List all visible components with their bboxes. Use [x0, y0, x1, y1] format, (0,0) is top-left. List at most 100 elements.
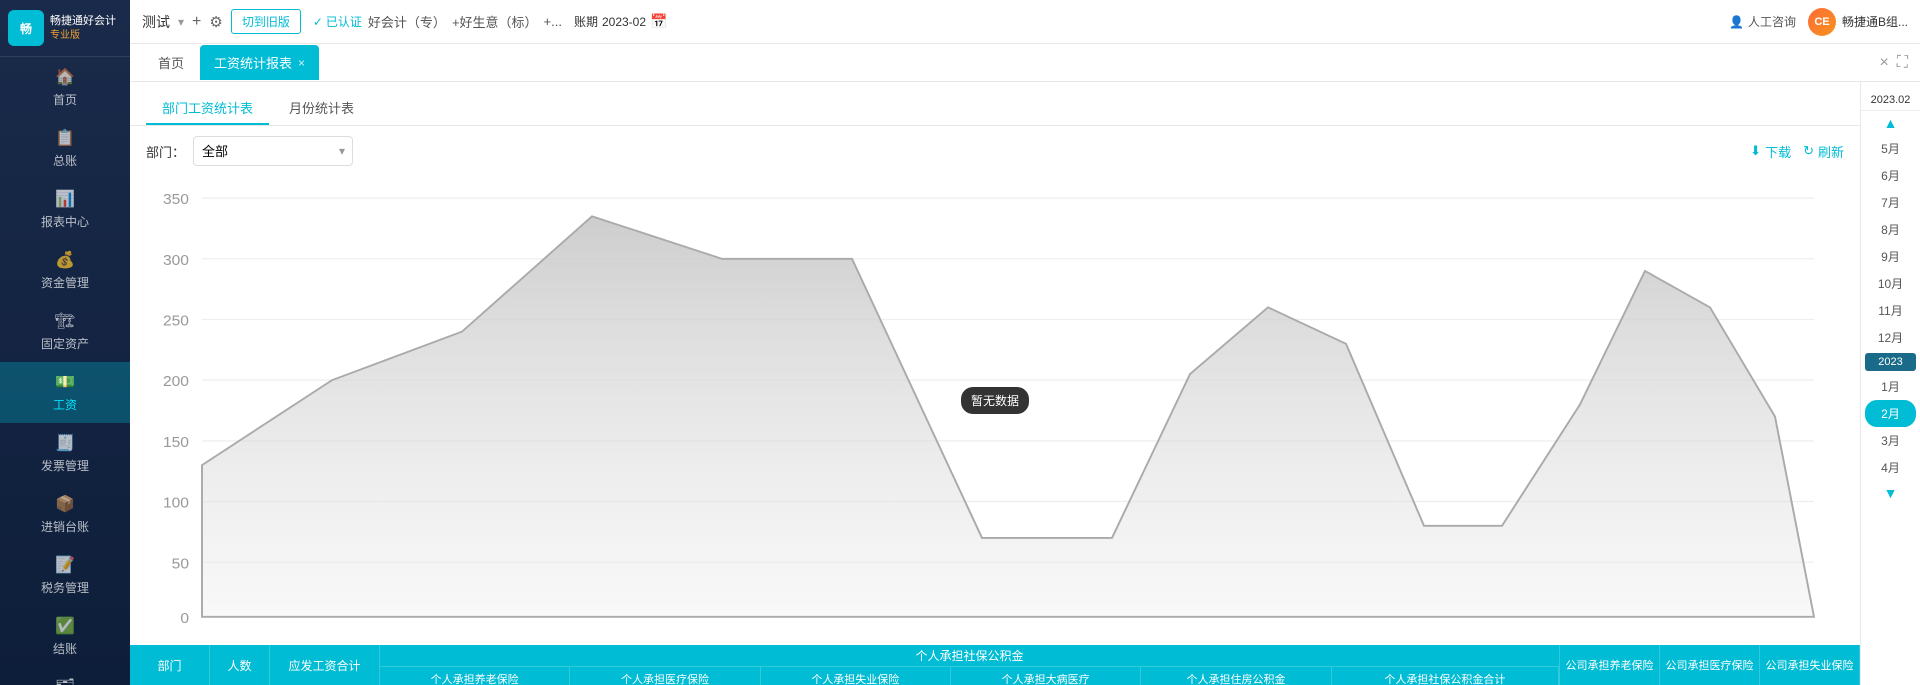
- badge1: 好会计（专）: [368, 12, 446, 31]
- avatar: CE: [1808, 8, 1836, 36]
- help-icon: 👤: [1729, 15, 1744, 29]
- window-controls: × ⛶: [1879, 54, 1920, 72]
- col-people: 人数: [210, 645, 270, 685]
- svg-text:150: 150: [163, 434, 189, 450]
- win-maximize-button[interactable]: ⛶: [1897, 54, 1908, 72]
- sidebar-item-sales[interactable]: 📦 进销台账: [0, 484, 130, 545]
- dept-select-wrapper: 全部 财务部 销售部 人事部 技术部 ▾: [193, 136, 353, 166]
- month-3[interactable]: 3月: [1861, 427, 1920, 454]
- prev-year-button[interactable]: ▲: [1880, 111, 1902, 135]
- main-area: 测试 ▾ + ⚙ 切到旧版 ✓ 已认证 好会计（专） +好生意（标） +... …: [130, 0, 1920, 685]
- tab-dept-salary[interactable]: 部门工资统计表: [146, 92, 269, 125]
- dept-select[interactable]: 全部 财务部 销售部 人事部 技术部: [193, 136, 353, 166]
- personal-group: 个人承担社保公积金 个人承担养老保险 个人承担医疗保险 个人承担失业保险 个人承…: [380, 645, 1560, 685]
- logo-text: 畅捷通好会计 专业版: [50, 14, 116, 41]
- company-name: 测试: [142, 12, 170, 32]
- download-button[interactable]: ⬇ 下载: [1750, 142, 1791, 161]
- refresh-button[interactable]: ↻ 刷新: [1803, 142, 1844, 161]
- sidebar-item-ledger[interactable]: 📋 总账: [0, 118, 130, 179]
- month-4[interactable]: 4月: [1861, 454, 1920, 481]
- sidebar-item-archive[interactable]: 🗂 归档管理: [0, 667, 130, 685]
- chart-container: 350 300 250 200 150 100 50 0: [130, 176, 1860, 645]
- year-2023-badge: 2023: [1865, 353, 1916, 371]
- col-p-total: 个人承担社保公积金合计: [1332, 667, 1559, 685]
- month-6[interactable]: 6月: [1861, 162, 1920, 189]
- toolbar-right: ⬇ 下载 ↻ 刷新: [1750, 142, 1844, 161]
- month-11[interactable]: 11月: [1861, 297, 1920, 324]
- sidebar-item-settle[interactable]: ✅ 结账: [0, 606, 130, 667]
- help-button[interactable]: 👤 人工咨询: [1729, 13, 1796, 30]
- sidebar-item-label: 固定资产: [41, 335, 89, 352]
- year-nav: ▲ 5月 6月 7月 8月 9月 10月: [1861, 111, 1920, 505]
- svg-text:250: 250: [163, 313, 189, 329]
- topbar-right: 👤 人工咨询 CE 畅捷通B组...: [1729, 8, 1908, 36]
- sidebar-item-home[interactable]: 🏠 首页: [0, 57, 130, 118]
- old-version-button[interactable]: 切到旧版: [231, 9, 301, 34]
- next-year-button[interactable]: ▼: [1880, 481, 1902, 505]
- personal-group-cols: 个人承担养老保险 个人承担医疗保险 个人承担失业保险 个人承担大病医疗 个人承担…: [380, 667, 1559, 685]
- download-label: 下载: [1765, 142, 1791, 161]
- refresh-icon: ↻: [1803, 143, 1814, 159]
- sidebar-item-tax[interactable]: 📝 税务管理: [0, 545, 130, 606]
- right-panel: 2023.02 ▲ 5月 6月 7月 8月 9月 1: [1860, 82, 1920, 685]
- certified-label: 已认证: [326, 13, 362, 30]
- assets-icon: 🏗: [55, 311, 75, 331]
- col-p-house: 个人承担住房公积金: [1141, 667, 1331, 685]
- user-name: 畅捷通B组...: [1842, 13, 1908, 30]
- funds-icon: 💰: [55, 250, 75, 270]
- user-menu[interactable]: CE 畅捷通B组...: [1808, 8, 1908, 36]
- period-info: 账期 2023-02 📅: [574, 13, 668, 30]
- settle-icon: ✅: [55, 616, 75, 636]
- col-c-medical: 公司承担医疗保险: [1660, 645, 1760, 685]
- month-10[interactable]: 10月: [1861, 270, 1920, 297]
- settings-button[interactable]: ⚙: [209, 13, 222, 31]
- tab-label: 工资统计报表: [214, 53, 292, 72]
- logo-icon: 畅: [8, 10, 44, 46]
- calendar-icon[interactable]: 📅: [650, 13, 667, 30]
- content-area: 部门工资统计表 月份统计表 部门： 全部 财务部 销售部 人事部: [130, 82, 1920, 685]
- ledger-icon: 📋: [55, 128, 75, 148]
- badges: ✓ 已认证 好会计（专） +好生意（标） +...: [313, 12, 562, 31]
- sidebar-item-funds[interactable]: 💰 资金管理: [0, 240, 130, 301]
- sidebar-item-label: 资金管理: [41, 274, 89, 291]
- col-c-unemploy: 公司承担失业保险: [1760, 645, 1860, 685]
- add-button[interactable]: +: [192, 13, 201, 31]
- refresh-label: 刷新: [1818, 142, 1844, 161]
- certified-badge: ✓ 已认证: [313, 13, 362, 30]
- sidebar-item-invoice[interactable]: 🧾 发票管理: [0, 423, 130, 484]
- sidebar-item-assets[interactable]: 🏗 固定资产: [0, 301, 130, 362]
- col-p-medical: 个人承担医疗保险: [570, 667, 760, 685]
- month-2-active[interactable]: 2月: [1865, 400, 1916, 427]
- tab-month-stats[interactable]: 月份统计表: [273, 92, 370, 125]
- sidebar-item-salary[interactable]: 💵 工资: [0, 362, 130, 423]
- download-icon: ⬇: [1750, 143, 1761, 159]
- certified-icon: ✓: [313, 15, 323, 29]
- month-9[interactable]: 9月: [1861, 243, 1920, 270]
- toolbar: 部门： 全部 财务部 销售部 人事部 技术部 ▾ ⬇: [130, 126, 1860, 176]
- toolbar-left: 部门： 全部 财务部 销售部 人事部 技术部 ▾: [146, 136, 353, 166]
- sidebar-item-label: 税务管理: [41, 579, 89, 596]
- sidebar-item-label: 报表中心: [41, 213, 89, 230]
- archive-icon: 🗂: [55, 677, 75, 685]
- topbar: 测试 ▾ + ⚙ 切到旧版 ✓ 已认证 好会计（专） +好生意（标） +... …: [130, 0, 1920, 44]
- month-12[interactable]: 12月: [1861, 324, 1920, 351]
- col-p-pension: 个人承担养老保险: [380, 667, 570, 685]
- sub-tabs: 部门工资统计表 月份统计表: [130, 82, 1860, 126]
- month-7[interactable]: 7月: [1861, 189, 1920, 216]
- month-8[interactable]: 8月: [1861, 216, 1920, 243]
- date-display: 2023.02: [1861, 90, 1920, 111]
- company-dropdown-arrow[interactable]: ▾: [178, 15, 184, 29]
- month-5[interactable]: 5月: [1861, 135, 1920, 162]
- tab-home[interactable]: 首页: [146, 45, 196, 80]
- tab-salary-report[interactable]: 工资统计报表 ×: [200, 45, 319, 80]
- sidebar: 畅 畅捷通好会计 专业版 🏠 首页 📋 总账 📊 报表中心 💰 资金管理 🏗 固…: [0, 0, 130, 685]
- dept-label: 部门：: [146, 142, 185, 161]
- tab-close-button[interactable]: ×: [298, 56, 305, 70]
- sidebar-item-label: 工资: [53, 396, 77, 413]
- badge2: +好生意（标）: [452, 12, 538, 31]
- sidebar-nav: 🏠 首页 📋 总账 📊 报表中心 💰 资金管理 🏗 固定资产 💵 工资 🧾 发票…: [0, 57, 130, 685]
- win-close-button[interactable]: ×: [1879, 54, 1888, 72]
- month-1[interactable]: 1月: [1861, 373, 1920, 400]
- invoice-icon: 🧾: [55, 433, 75, 453]
- sidebar-item-reports[interactable]: 📊 报表中心: [0, 179, 130, 240]
